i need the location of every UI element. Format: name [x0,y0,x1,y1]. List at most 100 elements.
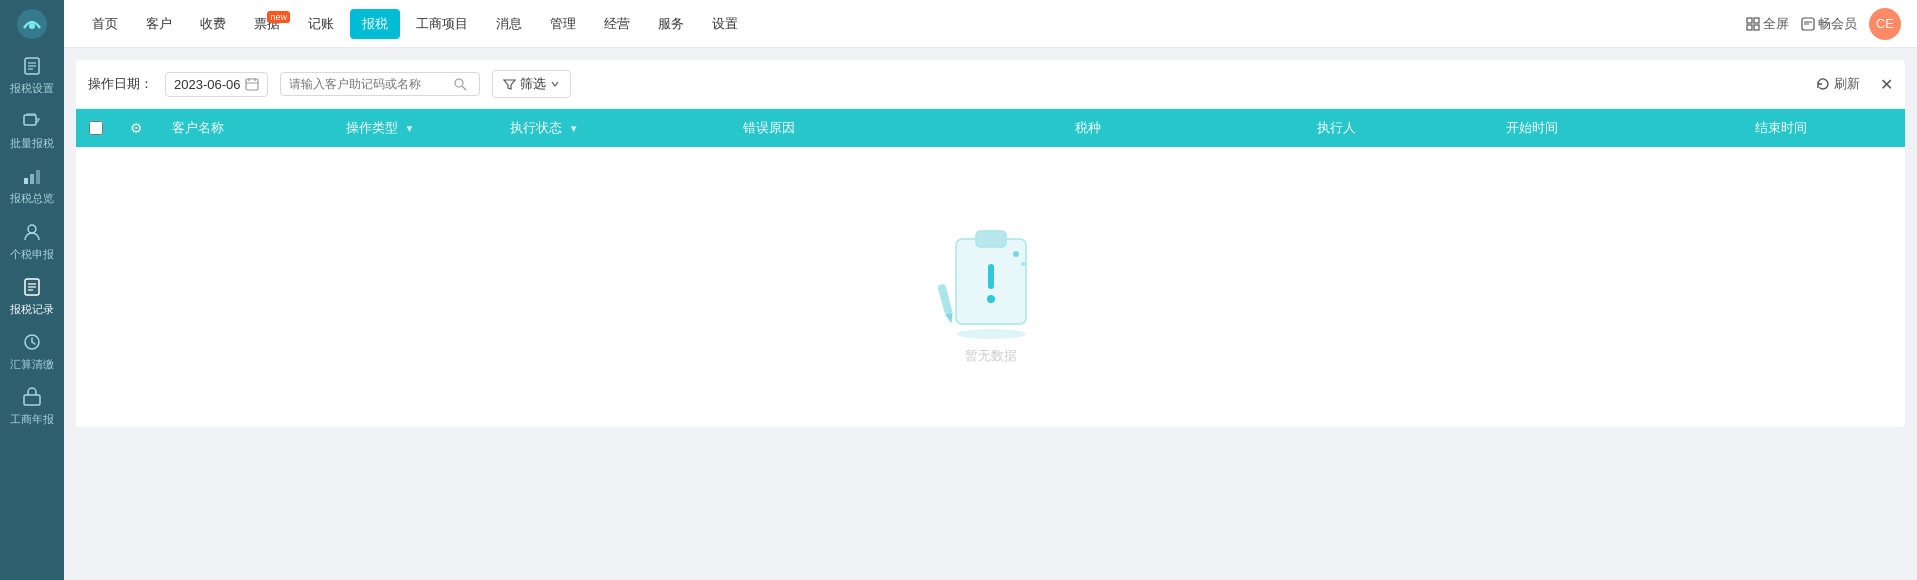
th-tax-type: 税种 [911,109,1266,147]
svg-rect-29 [976,231,1006,247]
svg-rect-17 [1747,18,1752,23]
geshuishen-bao-icon [22,222,42,245]
baoshui-zonglam-icon [22,166,42,189]
search-icon [453,77,467,91]
svg-point-35 [1021,262,1025,266]
sidebar-item-gongshang-nianbao[interactable]: 工商年报 [0,379,64,434]
sidebar-item-label: 工商年报 [10,413,54,426]
empty-state: 暂无数据 [76,147,1905,427]
empty-illustration [931,209,1051,339]
nav-item-gongshang-xiangmu[interactable]: 工商项目 [404,9,480,39]
svg-rect-32 [937,283,952,314]
table-header: ⚙ 客户名称 操作类型 ▼ 执行状态 ▼ [76,109,1905,147]
close-button[interactable]: ✕ [1880,75,1893,94]
toolbar: 操作日期： 2023-06-06 筛选 刷新 [76,60,1905,109]
svg-rect-8 [30,174,34,184]
th-exec-status: 执行状态 ▼ [462,109,626,147]
th-error-reason: 错误原因 [627,109,911,147]
sidebar: 报税设置 批量报税 报税总览 个税申报 报税记录 汇算清缴 工商 [0,0,64,580]
exec-status-filter-icon[interactable]: ▼ [569,123,579,134]
nav-item-kehu[interactable]: 客户 [134,9,184,39]
svg-rect-19 [1747,25,1752,30]
nav-item-shouye[interactable]: 首页 [80,9,130,39]
gongshang-nianbao-icon [22,387,42,410]
data-table: ⚙ 客户名称 操作类型 ▼ 执行状态 ▼ [76,109,1905,147]
filter-icon [503,78,516,91]
nav-items: 首页 客户 收费 票据 new 记账 报税 工商项目 消息 [80,9,1746,39]
nav-item-jingying[interactable]: 经营 [592,9,642,39]
sidebar-item-piliang-baoshui[interactable]: 批量报税 [0,103,64,158]
search-input[interactable] [289,77,449,91]
svg-point-10 [28,225,36,233]
sidebar-item-label: 批量报税 [10,137,54,150]
sidebar-item-geshuishen-bao[interactable]: 个税申报 [0,214,64,269]
nav-item-xiaoxi[interactable]: 消息 [484,9,534,39]
nav-item-fuwu[interactable]: 服务 [646,9,696,39]
calendar-icon [245,77,259,91]
nav-item-piaoju[interactable]: 票据 new [242,9,292,39]
main-panel: 操作日期： 2023-06-06 筛选 刷新 [76,60,1905,427]
table-wrapper: ⚙ 客户名称 操作类型 ▼ 执行状态 ▼ [76,109,1905,427]
svg-rect-16 [24,395,40,405]
nav-item-jizhang[interactable]: 记账 [296,9,346,39]
settings-header[interactable]: ⚙ [116,109,156,147]
user-avatar[interactable]: CE [1869,8,1901,40]
sidebar-item-huisuan-jiaona[interactable]: 汇算清缴 [0,324,64,379]
op-type-filter-icon[interactable]: ▼ [405,123,415,134]
svg-rect-18 [1754,18,1759,23]
chevron-down-icon [550,79,560,89]
sidebar-item-label: 报税总览 [10,192,54,205]
top-navigation: 首页 客户 收费 票据 new 记账 报税 工商项目 消息 [64,0,1917,48]
svg-rect-22 [246,79,258,90]
date-label: 操作日期： [88,75,153,93]
th-executor: 执行人 [1266,109,1408,147]
nav-item-shoufe[interactable]: 收费 [188,9,238,39]
svg-line-27 [462,87,466,91]
checkbox-header[interactable] [76,109,116,147]
search-box[interactable] [280,72,480,96]
svg-rect-31 [988,264,994,289]
baoshui-jilu-icon [22,277,42,300]
svg-point-34 [1013,251,1019,257]
member-button[interactable]: 畅会员 [1801,15,1857,33]
date-picker[interactable]: 2023-06-06 [165,72,268,97]
svg-point-30 [987,295,995,303]
sidebar-item-label: 汇算清缴 [10,358,54,371]
main-area: 首页 客户 收费 票据 new 记账 报税 工商项目 消息 [64,0,1917,580]
svg-point-26 [455,79,463,87]
th-customer-name: 客户名称 [156,109,298,147]
nav-item-shezhi[interactable]: 设置 [700,9,750,39]
piliang-baoshui-icon [22,111,42,134]
column-settings-icon[interactable]: ⚙ [130,120,143,136]
select-all-checkbox[interactable] [89,121,103,135]
svg-rect-6 [24,115,36,125]
baoshui-shezhi-icon [22,56,42,79]
new-badge: new [267,11,290,23]
nav-item-guanli[interactable]: 管理 [538,9,588,39]
nav-item-baoshui[interactable]: 报税 [350,9,400,39]
app-logo [0,0,64,48]
th-start-time: 开始时间 [1408,109,1657,147]
svg-rect-7 [24,178,28,184]
sidebar-item-baoshui-zonglam[interactable]: 报税总览 [0,158,64,213]
refresh-button[interactable]: 刷新 [1816,75,1860,93]
sidebar-item-label: 报税设置 [10,82,54,95]
svg-point-1 [29,23,35,29]
sidebar-item-label: 报税记录 [10,303,54,316]
content-area: 操作日期： 2023-06-06 筛选 刷新 [64,48,1917,580]
th-op-type: 操作类型 ▼ [298,109,462,147]
fullscreen-button[interactable]: 全屏 [1746,15,1789,33]
sidebar-item-label: 个税申报 [10,248,54,261]
sidebar-item-baoshui-jilu[interactable]: 报税记录 [0,269,64,324]
svg-rect-20 [1754,25,1759,30]
sidebar-item-baoshui-shezhi[interactable]: 报税设置 [0,48,64,103]
filter-button[interactable]: 筛选 [492,70,571,98]
topnav-right: 全屏 畅会员 CE [1746,8,1901,40]
refresh-icon [1816,77,1830,91]
empty-text: 暂无数据 [965,347,1017,365]
svg-point-36 [956,329,1026,339]
huisuan-jiaona-icon [22,332,42,355]
svg-rect-9 [36,170,40,184]
svg-marker-33 [945,312,955,324]
th-end-time: 结束时间 [1656,109,1905,147]
